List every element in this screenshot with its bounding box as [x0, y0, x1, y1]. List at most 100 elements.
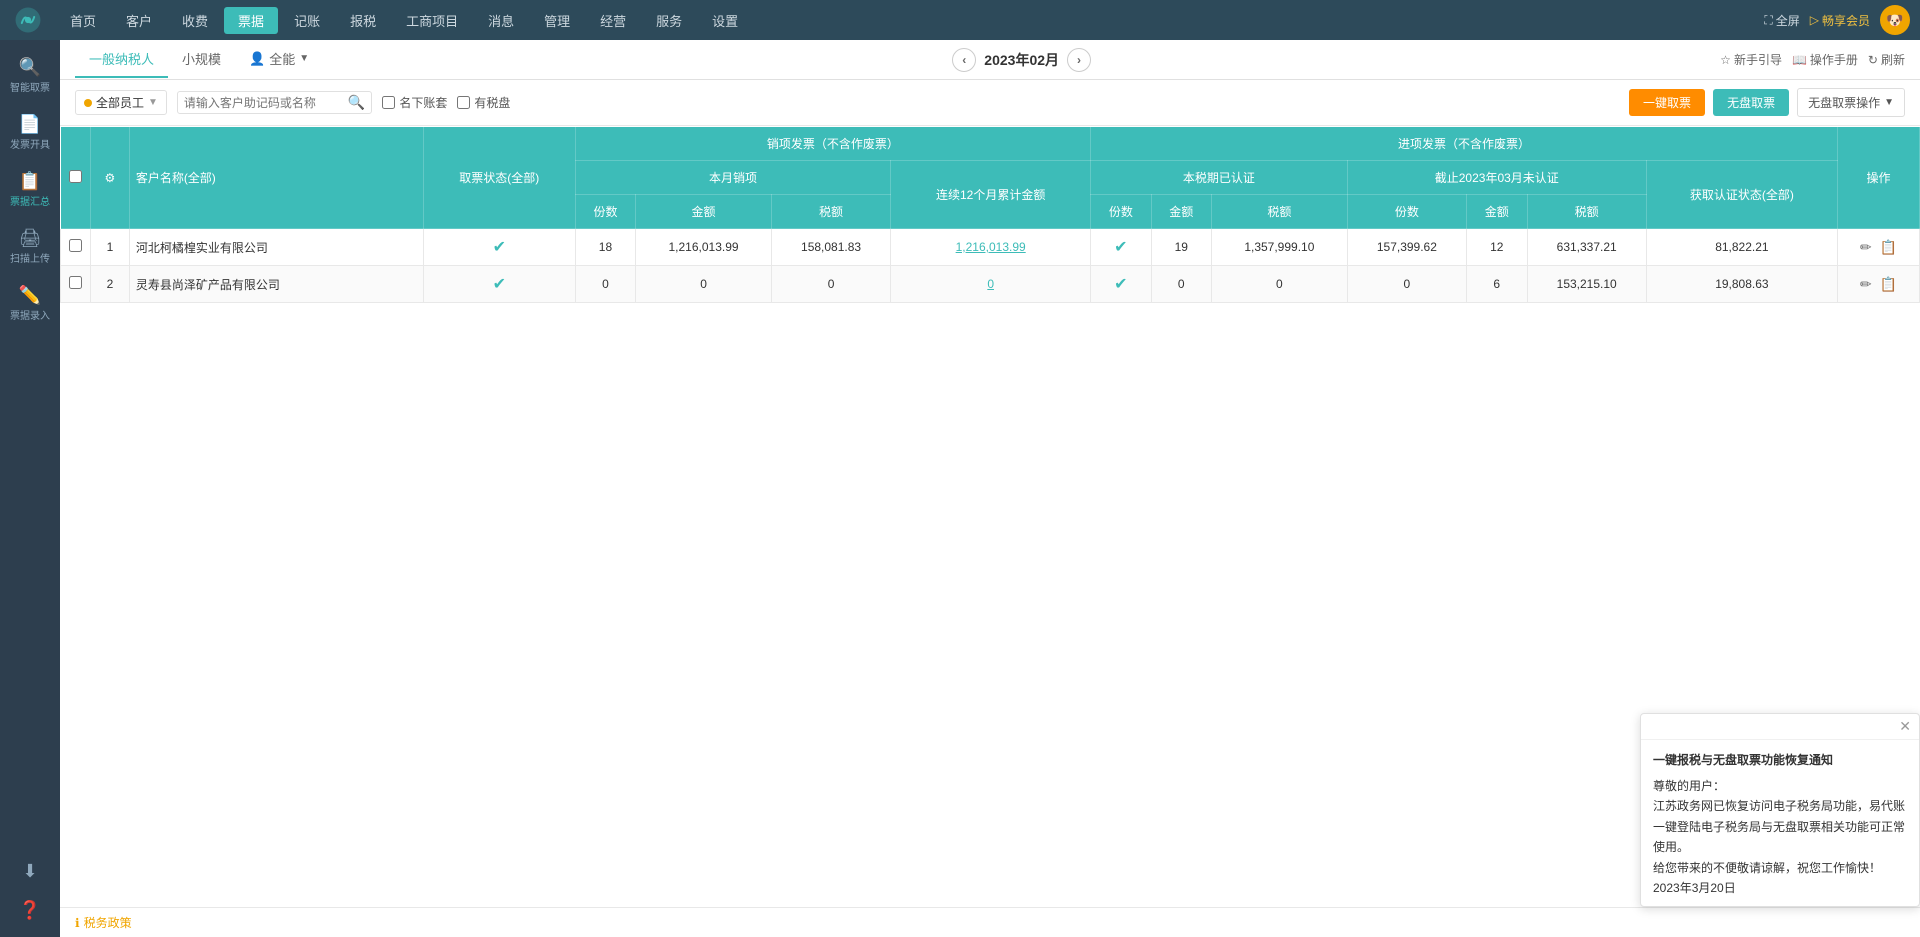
- search-wrap: 🔍: [177, 91, 372, 114]
- row-cumulative: 1,216,013.99: [891, 229, 1091, 266]
- nav-business[interactable]: 工商项目: [392, 7, 472, 34]
- row-checkbox-cell: [61, 229, 91, 266]
- th-purch-amount: 金额: [1151, 195, 1211, 229]
- nav-manage[interactable]: 管理: [530, 7, 584, 34]
- th-action: 操作: [1837, 127, 1919, 229]
- filter-actions: 一键取票 无盘取票 无盘取票操作 ▼: [1629, 88, 1905, 117]
- manual-btn[interactable]: 📖 操作手册: [1792, 51, 1858, 68]
- checkbox-account-set[interactable]: 名下账套: [382, 94, 447, 111]
- th-purch-status: 获取认证状态(全部): [1646, 161, 1837, 229]
- employee-select[interactable]: 全部员工 ▼: [75, 90, 167, 115]
- no-disk-fetch-btn[interactable]: 无盘取票: [1713, 89, 1789, 116]
- th-checkbox: [61, 127, 91, 229]
- row-purch-status: ✔: [1091, 229, 1151, 266]
- copy-icon[interactable]: 📋: [1880, 239, 1897, 256]
- tab-small-scale[interactable]: 小规模: [168, 41, 235, 78]
- edit-icon[interactable]: ✏: [1860, 276, 1872, 293]
- row-sales-tax: 0: [771, 266, 890, 303]
- nav-message[interactable]: 消息: [474, 7, 528, 34]
- select-all-checkbox[interactable]: [69, 170, 82, 183]
- no-disk-ops-dropdown[interactable]: 无盘取票操作 ▼: [1797, 88, 1905, 117]
- account-set-checkbox[interactable]: [382, 96, 395, 109]
- row-action-cell: ✏ 📋: [1837, 266, 1919, 303]
- table-row: 2 灵寿县尚泽矿产品有限公司 ✔ 0 0 0 0 ✔ 0 0 0 6 153,2…: [61, 266, 1920, 303]
- tab-all[interactable]: 👤 全能 ▼: [235, 41, 323, 78]
- row-sales-count: 18: [575, 229, 635, 266]
- fetch-status-icon: ✔: [493, 239, 506, 256]
- period-label: 2023年02月: [984, 50, 1059, 70]
- row-checkbox[interactable]: [69, 239, 82, 252]
- row-unc-tax: 81,822.21: [1646, 229, 1837, 266]
- refresh-btn[interactable]: ↻ 刷新: [1868, 51, 1905, 68]
- tax-disk-checkbox[interactable]: [457, 96, 470, 109]
- invoice-open-icon: 📄: [19, 115, 41, 133]
- row-sales-amount: 1,216,013.99: [636, 229, 772, 266]
- next-period-btn[interactable]: ›: [1067, 48, 1091, 72]
- fullscreen-btn[interactable]: ⛶ 全屏: [1764, 12, 1799, 29]
- sidebar-item-smart-fetch[interactable]: 🔍 智能取票: [3, 50, 57, 102]
- row-sales-count: 0: [575, 266, 635, 303]
- row-unc-count: 6: [1467, 266, 1527, 303]
- sidebar-item-help[interactable]: ❓: [3, 893, 57, 927]
- sidebar-item-invoice-summary[interactable]: 📋 票据汇总: [3, 164, 57, 216]
- checkbox-tax-disk[interactable]: 有税盘: [457, 94, 510, 111]
- row-sales-amount: 0: [636, 266, 772, 303]
- nav-operation[interactable]: 经营: [586, 7, 640, 34]
- one-click-fetch-btn[interactable]: 一键取票: [1629, 89, 1705, 116]
- scan-upload-icon: 🖨: [19, 229, 42, 247]
- chevron-down-icon: ▼: [299, 53, 309, 64]
- search-input[interactable]: [184, 96, 344, 110]
- sidebar-item-download[interactable]: ⬇: [3, 854, 57, 888]
- cumulative-link[interactable]: 0: [987, 277, 994, 291]
- search-icon[interactable]: 🔍: [348, 94, 365, 111]
- help-icon: ❓: [19, 901, 41, 919]
- sidebar: 🔍 智能取票 📄 发票开具 📋 票据汇总 🖨 扫描上传 ✏️ 票据录入 ⬇ ❓: [0, 40, 60, 937]
- th-sales-tax: 税额: [771, 195, 890, 229]
- cumulative-link[interactable]: 1,216,013.99: [956, 240, 1026, 254]
- nav-settings[interactable]: 设置: [698, 7, 752, 34]
- row-company: 河北柯橘楻实业有限公司: [129, 229, 423, 266]
- row-purch-tax: 157,399.62: [1347, 229, 1466, 266]
- notification-close-btn[interactable]: ✕: [1899, 718, 1911, 735]
- nav-customer[interactable]: 客户: [112, 7, 166, 34]
- guide-btn[interactable]: ☆ 新手引导: [1720, 51, 1782, 68]
- nav-fee[interactable]: 收费: [168, 7, 222, 34]
- row-checkbox[interactable]: [69, 276, 82, 289]
- settings-icon[interactable]: ⚙: [105, 171, 116, 185]
- nav-bookkeeping[interactable]: 记账: [280, 7, 334, 34]
- prev-period-btn[interactable]: ‹: [952, 48, 976, 72]
- nav-invoice[interactable]: 票据: [224, 7, 278, 34]
- sidebar-item-invoice-open[interactable]: 📄 发票开具: [3, 107, 57, 159]
- th-company: 客户名称(全部): [129, 127, 423, 229]
- row-action-cell: ✏ 📋: [1837, 229, 1919, 266]
- row-purch-count: 19: [1151, 229, 1211, 266]
- nav-tax[interactable]: 报税: [336, 7, 390, 34]
- notification-popup: ✕ 一键报税与无盘取票功能恢复通知 尊敬的用户：江苏政务网已恢复访问电子税务局功…: [1640, 713, 1920, 907]
- tab-general-taxpayer[interactable]: 一般纳税人: [75, 41, 168, 78]
- member-btn[interactable]: ▷ 畅享会员: [1810, 12, 1870, 29]
- action-icons: ✏ 📋: [1844, 239, 1913, 256]
- nav-right-actions: ⛶ 全屏 ▷ 畅享会员 🐶: [1764, 5, 1910, 35]
- edit-icon[interactable]: ✏: [1860, 239, 1872, 256]
- row-unc-count: 12: [1467, 229, 1527, 266]
- th-settings: ⚙: [91, 127, 130, 229]
- sidebar-bottom: ⬇ ❓: [3, 854, 57, 927]
- tax-policy-link[interactable]: ℹ 税务政策: [75, 914, 132, 931]
- row-checkbox-cell: [61, 266, 91, 303]
- user-avatar[interactable]: 🐶: [1880, 5, 1910, 35]
- row-purch-amount: 1,357,999.10: [1212, 229, 1348, 266]
- nav-service[interactable]: 服务: [642, 7, 696, 34]
- row-fetch-status: ✔: [423, 266, 575, 303]
- invoice-table: ⚙ 客户名称(全部) 取票状态(全部) 销项发票（不含作废票） 进项发票（不含作…: [60, 126, 1920, 303]
- tab-bar: 一般纳税人 小规模 👤 全能 ▼ ‹ 2023年02月 › ☆ 新手引导 📖 操…: [60, 40, 1920, 80]
- sidebar-item-scan-upload[interactable]: 🖨 扫描上传: [3, 221, 57, 273]
- notification-body: 一键报税与无盘取票功能恢复通知 尊敬的用户：江苏政务网已恢复访问电子税务局功能，…: [1641, 740, 1919, 906]
- copy-icon[interactable]: 📋: [1880, 276, 1897, 293]
- book-icon: 📖: [1792, 53, 1807, 67]
- fullscreen-icon: ⛶: [1764, 13, 1772, 28]
- sidebar-item-invoice-entry[interactable]: ✏️ 票据录入: [3, 278, 57, 330]
- nav-home[interactable]: 首页: [56, 7, 110, 34]
- row-sales-tax: 158,081.83: [771, 229, 890, 266]
- notification-title: 一键报税与无盘取票功能恢复通知: [1653, 750, 1907, 770]
- th-purch-count: 份数: [1091, 195, 1151, 229]
